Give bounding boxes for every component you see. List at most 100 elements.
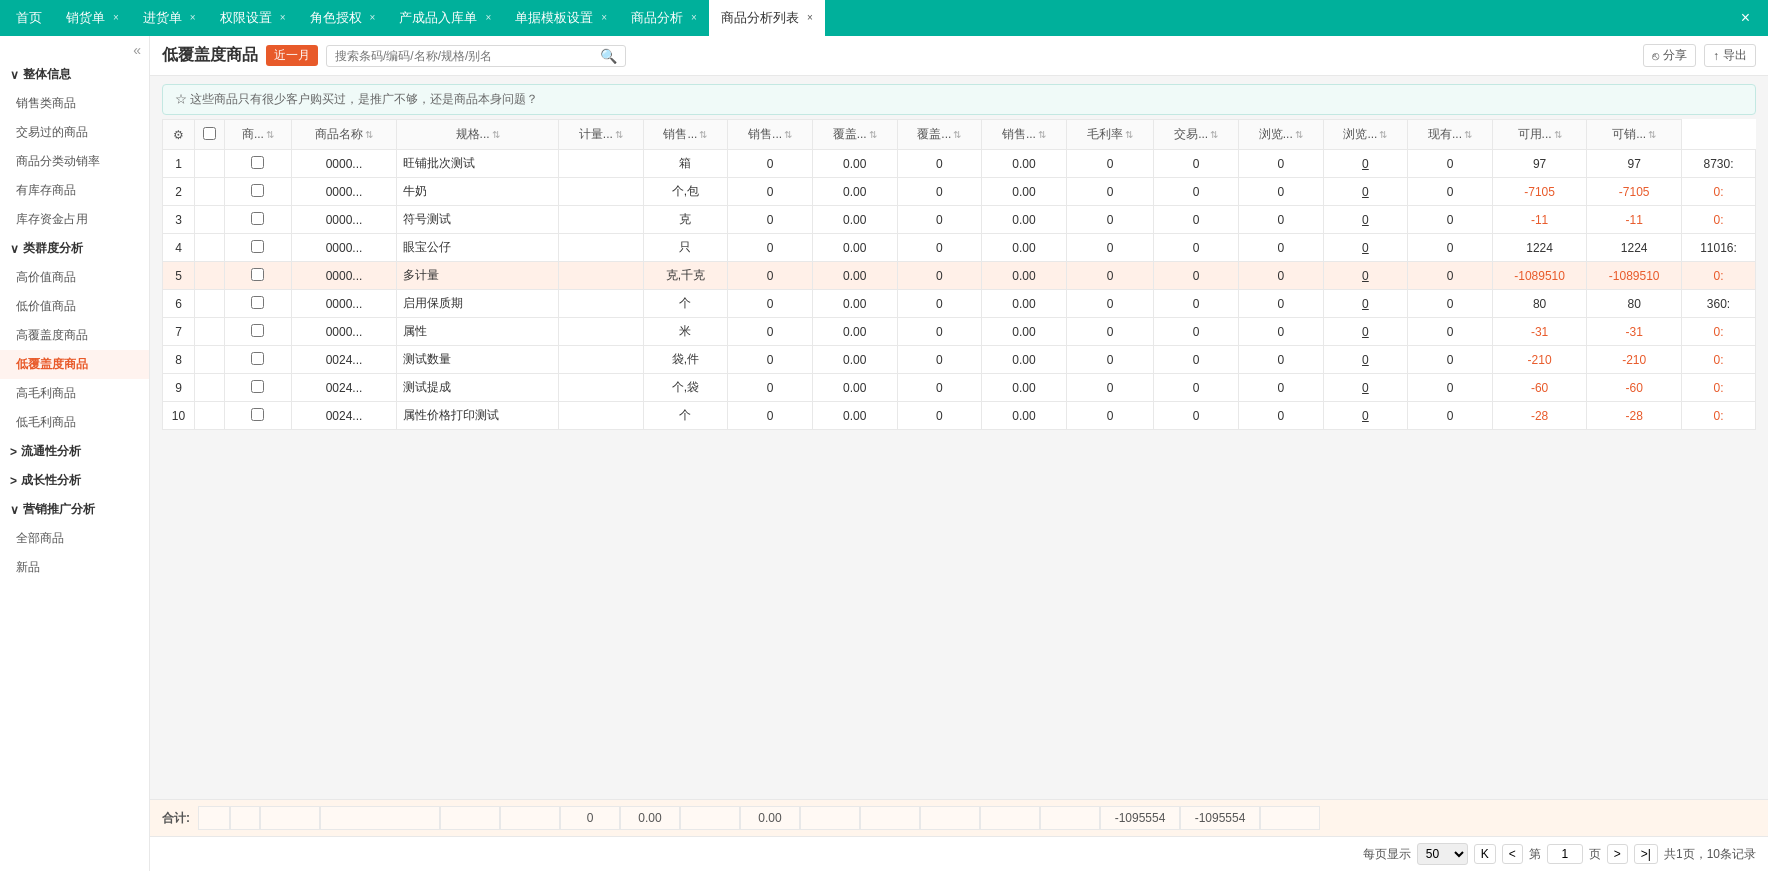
sidebar-item-all-goods[interactable]: 全部商品 xyxy=(0,524,149,553)
nav-close-analysis[interactable]: × xyxy=(691,0,697,36)
sidebar-group-overall[interactable]: ∨ 整体信息 xyxy=(0,60,149,89)
cell-check[interactable] xyxy=(225,318,292,346)
sidebar-item-high-coverage[interactable]: 高覆盖度商品 xyxy=(0,321,149,350)
th-spec[interactable]: 规格...⇅ xyxy=(397,120,559,150)
cell-check[interactable] xyxy=(225,178,292,206)
th-view2[interactable]: 浏览...⇅ xyxy=(1323,120,1408,150)
th-cover1[interactable]: 覆盖...⇅ xyxy=(812,120,897,150)
cell-view1: 0 xyxy=(1323,374,1408,402)
time-filter-button[interactable]: 近一月 xyxy=(266,45,318,66)
th-sales3[interactable]: 销售...⇅ xyxy=(982,120,1067,150)
sidebar-item-capital[interactable]: 库存资金占用 xyxy=(0,205,149,234)
prev-page-button[interactable]: < xyxy=(1502,844,1523,864)
th-stock3[interactable]: 可销...⇅ xyxy=(1587,120,1682,150)
nav-template[interactable]: 单据模板设置 × xyxy=(503,0,619,36)
th-settings[interactable]: ⚙ xyxy=(163,120,195,150)
sidebar-group-growth[interactable]: > 成长性分析 xyxy=(0,466,149,495)
cell-code: 0000... xyxy=(291,206,396,234)
nav-production[interactable]: 产成品入库单 × xyxy=(387,0,503,36)
nav-close-template[interactable]: × xyxy=(601,0,607,36)
nav-analysis[interactable]: 商品分析 × xyxy=(619,0,709,36)
sidebar-item-category-rate[interactable]: 商品分类动销率 xyxy=(0,147,149,176)
nav-analysis-list[interactable]: 商品分析列表 × xyxy=(709,0,825,36)
th-cover2[interactable]: 覆盖...⇅ xyxy=(897,120,982,150)
nav-sales[interactable]: 销货单 × xyxy=(54,0,131,36)
th-name[interactable]: 商品名称⇅ xyxy=(291,120,396,150)
sidebar-group-cluster[interactable]: ∨ 类群度分析 xyxy=(0,234,149,263)
nav-permission[interactable]: 权限设置 × xyxy=(208,0,298,36)
th-stock1[interactable]: 现有...⇅ xyxy=(1408,120,1493,150)
th-check[interactable] xyxy=(195,120,225,150)
cell-check[interactable] xyxy=(225,402,292,430)
window-close-button[interactable]: × xyxy=(1727,9,1764,27)
nav-close-analysis-list[interactable]: × xyxy=(807,0,813,36)
sidebar-item-low-margin[interactable]: 低毛利商品 xyxy=(0,408,149,437)
content-area: 低覆盖度商品 近一月 🔍 ⎋ 分享 ↑ 导出 ☆ 这些商品只有很少客户购买过，是… xyxy=(150,36,1768,871)
th-stock2[interactable]: 可用...⇅ xyxy=(1492,120,1587,150)
sidebar-item-traded-goods[interactable]: 交易过的商品 xyxy=(0,118,149,147)
cell-margin: 0 xyxy=(1154,346,1239,374)
page-size-select[interactable]: 50 100 200 xyxy=(1417,843,1468,865)
nav-close-role[interactable]: × xyxy=(370,0,376,36)
sidebar-collapse-button[interactable]: « xyxy=(0,40,149,60)
th-sales2[interactable]: 销售...⇅ xyxy=(728,120,813,150)
cell-view2: 0 xyxy=(1408,178,1493,206)
search-input[interactable] xyxy=(335,49,600,63)
cell-view1: 0 xyxy=(1323,178,1408,206)
cell-stock3: 0: xyxy=(1681,262,1755,290)
cell-sales3: 0 xyxy=(1066,290,1154,318)
sidebar-group-flow[interactable]: > 流通性分析 xyxy=(0,437,149,466)
cell-stock3: 0: xyxy=(1681,346,1755,374)
cell-check[interactable] xyxy=(225,234,292,262)
cell-check[interactable] xyxy=(225,150,292,178)
sidebar-item-high-margin[interactable]: 高毛利商品 xyxy=(0,379,149,408)
first-page-button[interactable]: K xyxy=(1474,844,1496,864)
cell-check[interactable] xyxy=(225,262,292,290)
cell-view2: 0 xyxy=(1408,262,1493,290)
cell-check[interactable] xyxy=(225,374,292,402)
cell-sales3: 0 xyxy=(1066,234,1154,262)
th-sales1[interactable]: 销售...⇅ xyxy=(643,120,728,150)
next-page-button[interactable]: > xyxy=(1607,844,1628,864)
cell-check[interactable] xyxy=(225,346,292,374)
nav-role[interactable]: 角色授权 × xyxy=(298,0,388,36)
th-trade[interactable]: 交易...⇅ xyxy=(1154,120,1239,150)
cell-cover2: 0.00 xyxy=(982,318,1067,346)
share-button[interactable]: ⎋ 分享 xyxy=(1643,44,1696,67)
cell-margin: 0 xyxy=(1154,262,1239,290)
footer-empty13 xyxy=(1260,806,1320,830)
cell-check[interactable] xyxy=(225,206,292,234)
cell-stock3: 0: xyxy=(1681,206,1755,234)
cell-check[interactable] xyxy=(225,290,292,318)
th-view1[interactable]: 浏览...⇅ xyxy=(1238,120,1323,150)
cell-unit: 克 xyxy=(643,206,728,234)
sidebar-item-in-stock[interactable]: 有库存商品 xyxy=(0,176,149,205)
sidebar-item-sales-goods[interactable]: 销售类商品 xyxy=(0,89,149,118)
export-button[interactable]: ↑ 导出 xyxy=(1704,44,1756,67)
page-number-input[interactable] xyxy=(1547,844,1583,864)
sidebar-group-marketing[interactable]: ∨ 营销推广分析 xyxy=(0,495,149,524)
nav-home[interactable]: 首页 xyxy=(4,0,54,36)
nav-close-purchase[interactable]: × xyxy=(190,0,196,36)
search-icon[interactable]: 🔍 xyxy=(600,48,617,64)
cell-view2: 0 xyxy=(1408,234,1493,262)
last-page-button[interactable]: >| xyxy=(1634,844,1658,864)
select-all-checkbox[interactable] xyxy=(203,127,216,140)
th-code[interactable]: 商...⇅ xyxy=(225,120,292,150)
sidebar-item-low-value[interactable]: 低价值商品 xyxy=(0,292,149,321)
sidebar-item-high-value[interactable]: 高价值商品 xyxy=(0,263,149,292)
nav-close-permission[interactable]: × xyxy=(280,0,286,36)
th-unit[interactable]: 计量...⇅ xyxy=(559,120,644,150)
nav-close-production[interactable]: × xyxy=(485,0,491,36)
nav-purchase[interactable]: 进货单 × xyxy=(131,0,208,36)
sidebar-item-low-coverage[interactable]: 低覆盖度商品 xyxy=(0,350,149,379)
th-margin[interactable]: 毛利率⇅ xyxy=(1066,120,1154,150)
footer-empty3 xyxy=(260,806,320,830)
table-header-row: ⚙ 商...⇅ 商品名称⇅ 规格...⇅ 计量...⇅ 销售...⇅ 销售...… xyxy=(163,120,1756,150)
cell-sales1: 0 xyxy=(728,150,813,178)
sidebar-item-new-goods[interactable]: 新品 xyxy=(0,553,149,582)
nav-close-sales[interactable]: × xyxy=(113,0,119,36)
table-container[interactable]: ⚙ 商...⇅ 商品名称⇅ 规格...⇅ 计量...⇅ 销售...⇅ 销售...… xyxy=(162,119,1756,799)
cell-sales2: 0.00 xyxy=(812,318,897,346)
page-size-label: 每页显示 xyxy=(1363,846,1411,863)
